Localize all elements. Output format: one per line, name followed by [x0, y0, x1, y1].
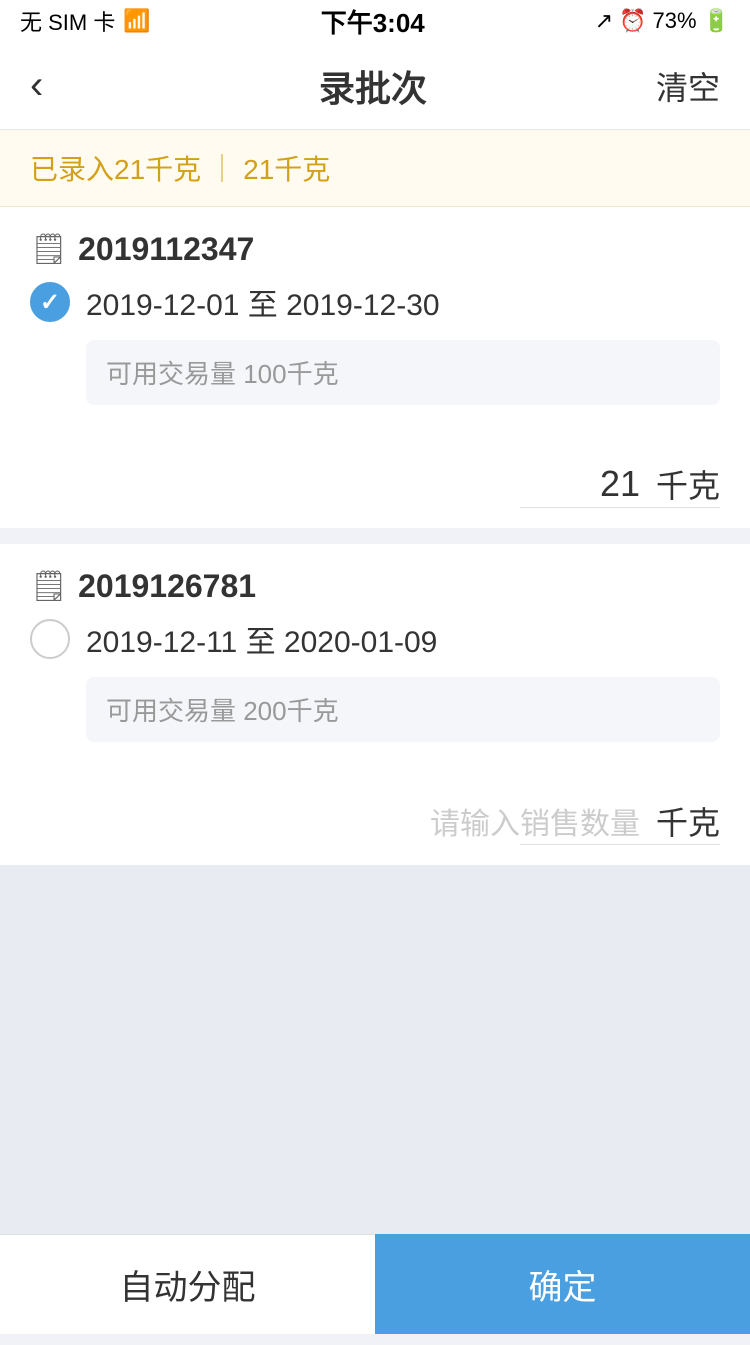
batch-header-2: 🗒 2019126781 — [30, 568, 720, 605]
battery-label: 73% — [653, 8, 697, 34]
qty-unit-1: 千克 — [656, 461, 720, 507]
battery-icon: 🔋 — [703, 8, 730, 34]
batch-date-1: 2019-12-01 至 2019-12-30 — [86, 280, 440, 324]
card-separator — [0, 528, 750, 544]
batch-id-1: 2019112347 — [78, 231, 254, 268]
clear-button[interactable]: 清空 — [656, 63, 720, 109]
qty-placeholder-2: 请输入销售数量 — [430, 799, 640, 843]
recorded-value: 21千克 — [243, 148, 330, 188]
nav-bar: ‹ 录批次 清空 — [0, 42, 750, 130]
page-title: 录批次 — [319, 60, 427, 112]
recorded-label: 已录入21千克 — [30, 148, 201, 188]
alarm-icon: ⏰ — [619, 8, 646, 34]
wifi-icon: 📶 — [123, 8, 150, 34]
available-qty-box-2: 可用交易量 200千克 — [86, 677, 720, 742]
qty-input-row-2: 请输入销售数量 千克 — [0, 782, 750, 844]
status-bar: 无 SIM 卡 📶 下午3:04 ↗ ⏰ 73% 🔋 — [0, 0, 750, 42]
qty-value-1[interactable]: 21 — [600, 463, 640, 505]
available-qty-1: 可用交易量 100千克 — [106, 359, 339, 389]
info-divider — [221, 154, 223, 182]
qty-divider-2 — [520, 844, 720, 845]
status-left: 无 SIM 卡 📶 — [20, 5, 151, 37]
batch-date-row-2[interactable]: 2019-12-11 至 2020-01-09 — [30, 617, 720, 661]
status-right: ↗ ⏰ 73% 🔋 — [595, 8, 730, 34]
status-time: 下午3:04 — [321, 3, 425, 40]
radio-button-2[interactable] — [30, 619, 70, 659]
batch-header-1: 🗒 2019112347 — [30, 231, 720, 268]
auto-distribute-button[interactable]: 自动分配 — [0, 1234, 375, 1334]
batch-date-row-1[interactable]: 2019-12-01 至 2019-12-30 — [30, 280, 720, 324]
batch-date-2: 2019-12-11 至 2020-01-09 — [86, 617, 437, 661]
batch-id-2: 2019126781 — [78, 568, 256, 605]
info-banner: 已录入21千克 21千克 — [0, 130, 750, 207]
bottom-bar: 自动分配 确定 — [0, 1234, 750, 1334]
batch-item-1: 🗒 2019112347 2019-12-01 至 2019-12-30 可用交… — [0, 207, 750, 445]
qty-unit-2: 千克 — [656, 798, 720, 844]
carrier-label: 无 SIM 卡 — [20, 5, 115, 37]
available-qty-2: 可用交易量 200千克 — [106, 696, 339, 726]
qty-row-1: 21 千克 — [0, 445, 750, 507]
radio-button-1[interactable] — [30, 282, 70, 322]
location-icon: ↗ — [595, 8, 613, 34]
available-qty-box-1: 可用交易量 100千克 — [86, 340, 720, 405]
back-button[interactable]: ‹ — [30, 63, 90, 108]
qty-divider-1 — [520, 507, 720, 508]
batch-icon-2: 🗒 — [30, 569, 68, 604]
content-spacer — [0, 865, 750, 1245]
batch-icon-1: 🗒 — [30, 232, 68, 267]
batch-item-2: 🗒 2019126781 2019-12-11 至 2020-01-09 可用交… — [0, 544, 750, 782]
confirm-button[interactable]: 确定 — [375, 1234, 750, 1334]
